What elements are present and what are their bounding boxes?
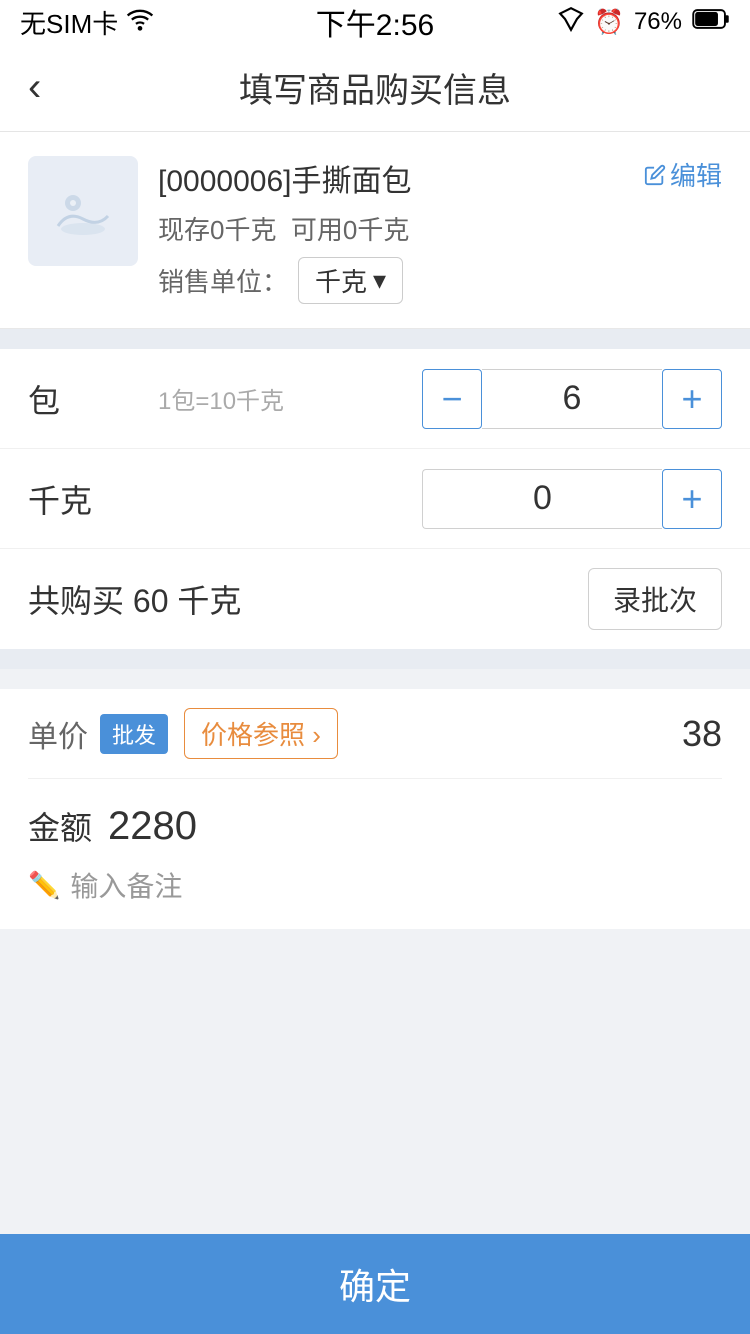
bag-plus-button[interactable]: +: [662, 369, 722, 429]
edit-button[interactable]: 编辑: [644, 156, 722, 193]
product-name: [0000006]手撕面包: [158, 156, 644, 200]
price-row: 单价 批发 价格参照 › 38: [28, 689, 722, 779]
separator-1: [0, 329, 750, 349]
confirm-label: 确定: [339, 1258, 411, 1310]
price-ref-button[interactable]: 价格参照 ›: [184, 708, 338, 759]
input-section: 包 1包=10千克 − + 千克 +: [0, 349, 750, 549]
product-thumbnail: [28, 156, 138, 266]
product-stock: 现存0千克 可用0千克: [158, 210, 722, 247]
price-tag: 批发: [100, 714, 168, 754]
amount-row: 金额 2280: [28, 803, 722, 849]
amount-label: 金额: [28, 803, 92, 849]
status-right: ⏰ 76%: [558, 6, 730, 39]
nav-bar: ‹ 填写商品购买信息: [0, 44, 750, 132]
batch-button[interactable]: 录批次: [588, 568, 722, 630]
kg-qty-control: +: [422, 469, 722, 529]
chevron-down-icon: ▾: [373, 265, 386, 296]
location-icon: [558, 6, 584, 39]
bag-label: 包: [28, 376, 148, 422]
product-card: [0000006]手撕面包 编辑 现存0千克 可用0千克 销售单位： 千克 ▾: [0, 132, 750, 329]
battery-icon: [692, 8, 730, 37]
bag-row: 包 1包=10千克 − +: [0, 349, 750, 449]
remark-placeholder: 输入备注: [70, 865, 182, 905]
bag-qty-input[interactable]: [482, 369, 662, 429]
status-time: 下午2:56: [316, 0, 434, 44]
status-bar: 无SIM卡 下午2:56 ⏰ 76%: [0, 0, 750, 44]
kg-plus-button[interactable]: +: [662, 469, 722, 529]
unit-select[interactable]: 千克 ▾: [298, 257, 403, 304]
kg-label: 千克: [28, 476, 148, 522]
separator-2: [0, 649, 750, 669]
pencil-icon: ✏️: [28, 870, 60, 901]
kg-qty-input[interactable]: [422, 469, 662, 529]
kg-row: 千克 +: [0, 449, 750, 549]
bag-minus-button[interactable]: −: [422, 369, 482, 429]
wifi-icon: [126, 5, 154, 40]
amount-section: 金额 2280 ✏️ 输入备注: [0, 779, 750, 929]
page-title: 填写商品购买信息: [239, 63, 511, 112]
total-label: 共购买 60 千克: [28, 576, 241, 622]
confirm-button[interactable]: 确定: [0, 1234, 750, 1334]
total-row: 共购买 60 千克 录批次: [0, 549, 750, 649]
bag-qty-control: − +: [422, 369, 722, 429]
amount-value: 2280: [108, 804, 197, 849]
bag-sublabel: 1包=10千克: [158, 381, 284, 416]
back-button[interactable]: ‹: [28, 65, 41, 110]
remark-row[interactable]: ✏️ 输入备注: [28, 865, 722, 905]
price-section: 单价 批发 价格参照 › 38: [0, 689, 750, 779]
alarm-icon: ⏰: [594, 8, 624, 37]
status-carrier: 无SIM卡: [20, 4, 154, 41]
price-label: 单价: [28, 712, 88, 756]
product-info: [0000006]手撕面包 编辑 现存0千克 可用0千克 销售单位： 千克 ▾: [158, 156, 722, 304]
price-value: 38: [682, 713, 722, 755]
product-unit-row: 销售单位： 千克 ▾: [158, 257, 722, 304]
